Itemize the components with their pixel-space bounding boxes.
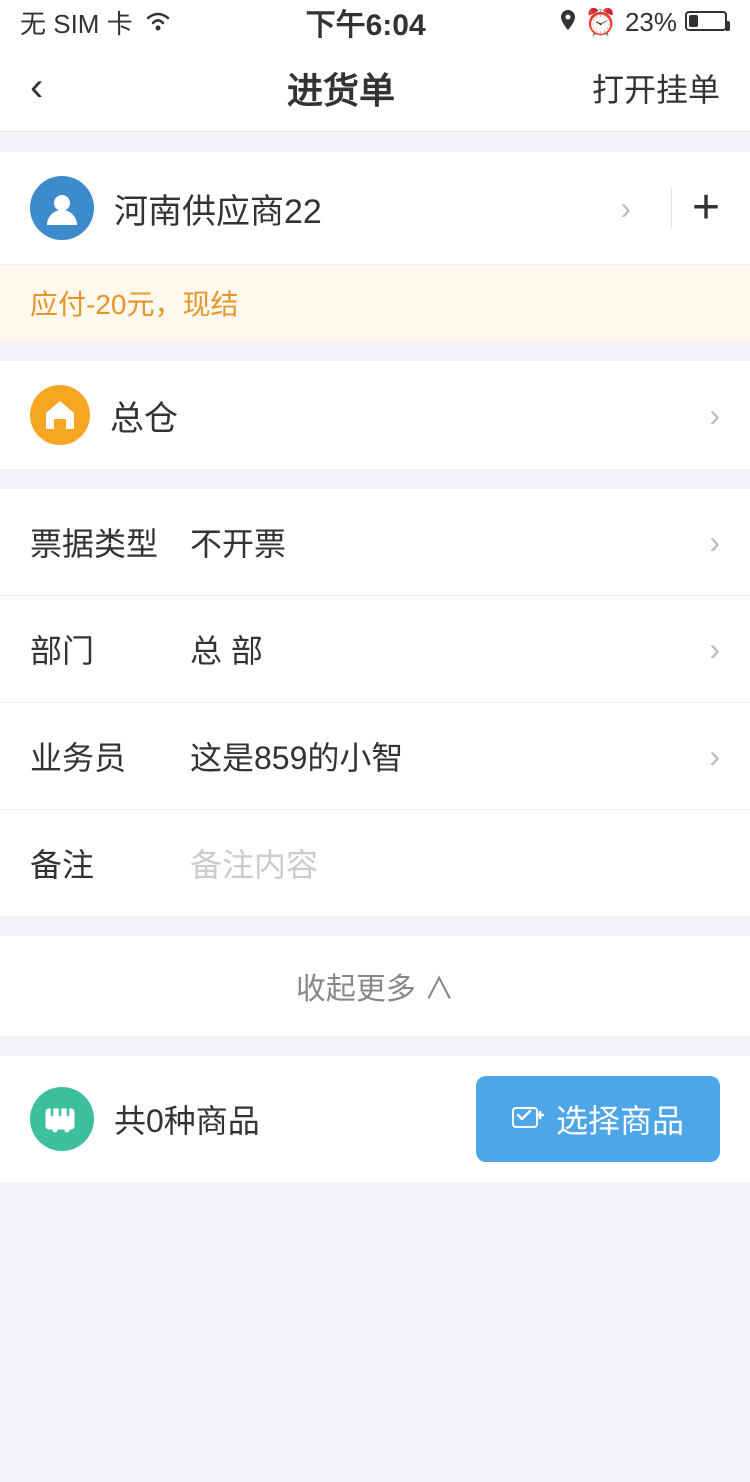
collapse-label: 收起更多 ∧	[296, 973, 454, 1006]
invoice-type-label: 票据类型	[30, 519, 170, 565]
person-icon	[43, 189, 81, 227]
salesperson-value: 这是859的小智	[170, 733, 699, 779]
salesperson-label: 业务员	[30, 733, 170, 779]
bottom-bar: 共0种商品 选择商品	[0, 1056, 750, 1182]
location-icon	[559, 7, 577, 38]
warehouse-label: 总仓	[110, 391, 709, 440]
status-time: 下午6:04	[306, 0, 426, 44]
battery-percent: 23%	[625, 7, 677, 38]
back-button[interactable]: ‹	[30, 65, 90, 110]
select-product-button[interactable]: 选择商品	[476, 1076, 720, 1162]
form-section: 票据类型 不开票 › 部门 总 部 › 业务员 这是859的小智 › 备注 备注…	[0, 489, 750, 916]
invoice-type-row[interactable]: 票据类型 不开票 ›	[0, 489, 750, 596]
department-arrow: ›	[709, 631, 720, 668]
cart-icon	[44, 1103, 80, 1135]
department-row[interactable]: 部门 总 部 ›	[0, 596, 750, 703]
home-icon	[42, 399, 78, 431]
supplier-name: 河南供应商22	[114, 184, 620, 233]
nav-bar: ‹ 进货单 打开挂单	[0, 44, 750, 132]
notice-banner: 应付-20元，现结	[0, 265, 750, 341]
alarm-icon: ⏰	[585, 7, 617, 38]
add-supplier-button[interactable]: +	[692, 184, 720, 232]
notice-text: 应付-20元，现结	[30, 289, 238, 320]
invoice-type-arrow: ›	[709, 524, 720, 561]
remark-input[interactable]: 备注内容	[170, 840, 720, 886]
supplier-divider	[671, 188, 672, 228]
product-count-label: 共0种商品	[114, 1096, 476, 1142]
collapse-button[interactable]: 收起更多 ∧	[0, 936, 750, 1036]
status-right: ⏰ 23%	[559, 7, 730, 38]
open-pending-button[interactable]: 打开挂单	[592, 65, 720, 111]
warehouse-icon-wrap	[30, 385, 90, 445]
page-title: 进货单	[287, 62, 395, 114]
wifi-icon	[143, 7, 173, 38]
page-background	[0, 1182, 750, 1482]
warehouse-arrow-icon: ›	[709, 397, 720, 434]
select-product-icon	[512, 1105, 544, 1133]
supplier-arrow-icon: ›	[620, 190, 631, 227]
warehouse-section: 总仓 ›	[0, 361, 750, 469]
section-divider-2	[0, 341, 750, 361]
carrier-label: 无 SIM 卡	[20, 4, 133, 41]
salesperson-arrow: ›	[709, 738, 720, 775]
status-bar: 无 SIM 卡 下午6:04 ⏰ 23%	[0, 0, 750, 44]
supplier-section: 河南供应商22 › + 应付-20元，现结	[0, 152, 750, 341]
remark-label: 备注	[30, 840, 170, 886]
department-value: 总 部	[170, 626, 699, 672]
supplier-avatar	[30, 176, 94, 240]
select-product-label: 选择商品	[556, 1096, 684, 1142]
remark-row[interactable]: 备注 备注内容	[0, 810, 750, 916]
invoice-type-value: 不开票	[170, 519, 699, 565]
supplier-row[interactable]: 河南供应商22 › +	[0, 152, 750, 265]
department-label: 部门	[30, 626, 170, 672]
warehouse-row[interactable]: 总仓 ›	[0, 361, 750, 469]
section-divider-1	[0, 132, 750, 152]
salesperson-row[interactable]: 业务员 这是859的小智 ›	[0, 703, 750, 810]
product-icon-wrap	[30, 1087, 94, 1151]
battery-icon	[685, 7, 730, 38]
status-left: 无 SIM 卡	[20, 4, 173, 41]
